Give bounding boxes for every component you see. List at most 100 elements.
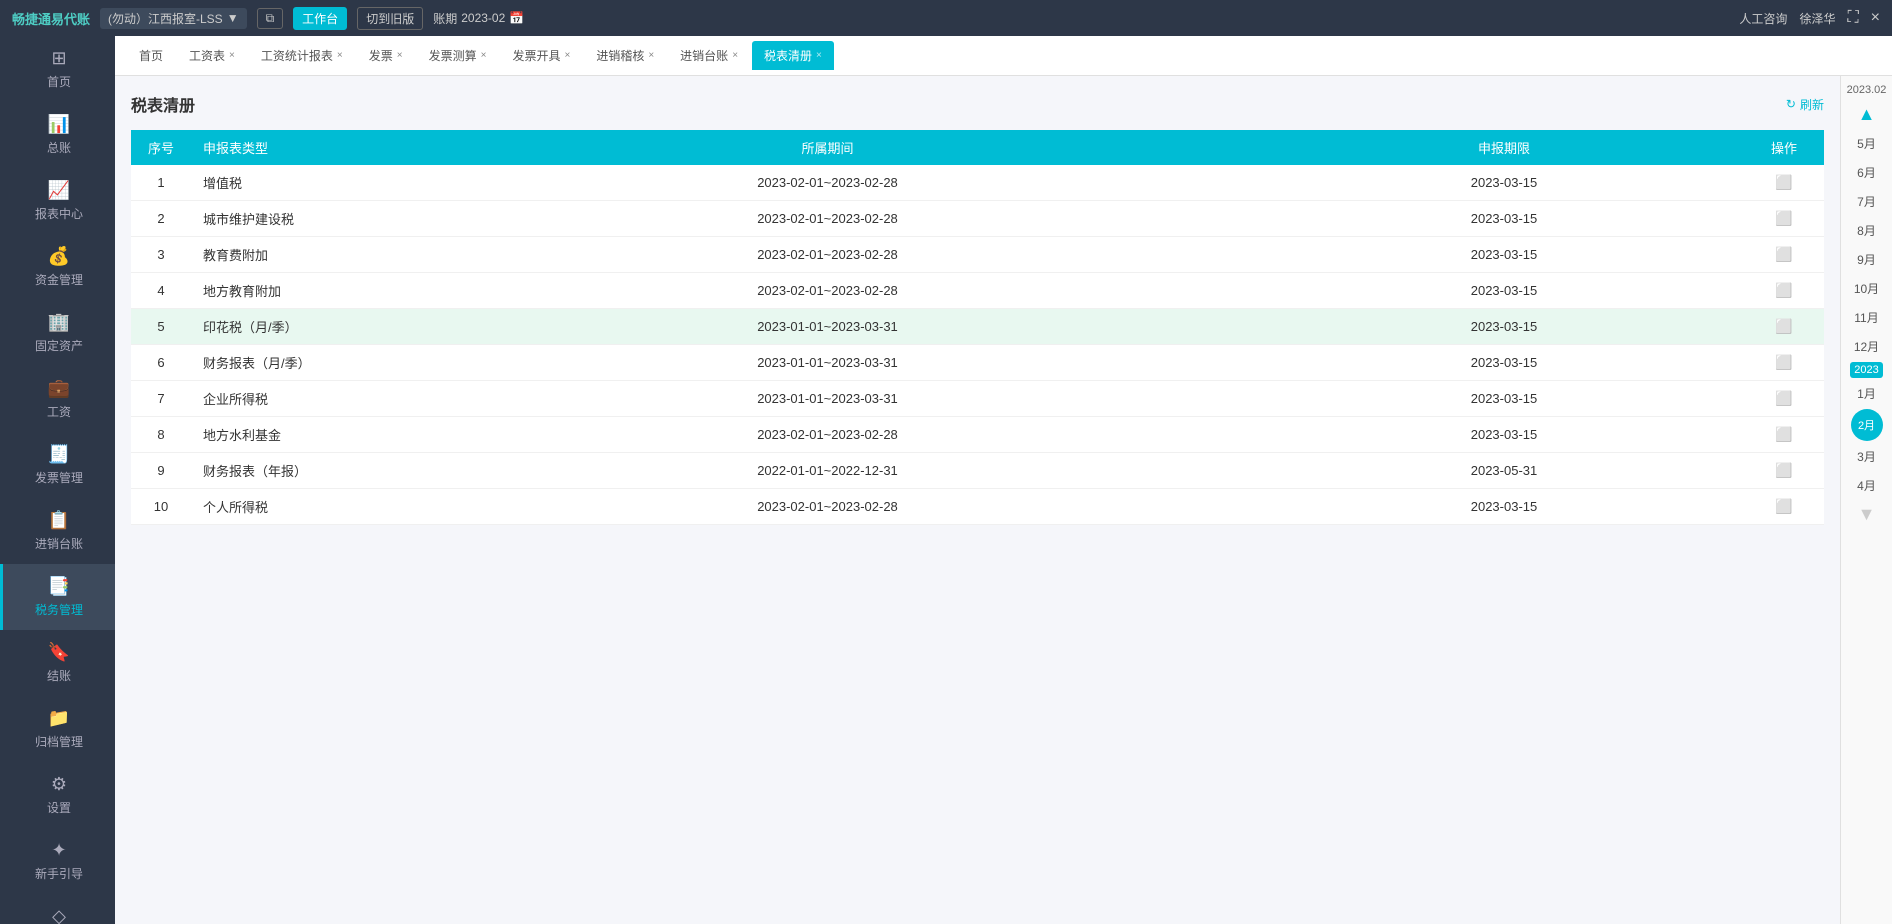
month-12[interactable]: 12月 <box>1847 333 1887 360</box>
cell-index: 10 <box>131 489 191 525</box>
month-9[interactable]: 9月 <box>1847 246 1887 273</box>
action-icon[interactable]: ⬜ <box>1775 174 1792 190</box>
sidebar-label-purchase-sales: 进销台账 <box>35 535 83 552</box>
tab-invoice-calc[interactable]: 发票测算 × <box>417 41 499 70</box>
sidebar-label-archive: 归档管理 <box>35 733 83 750</box>
month-1[interactable]: 1月 <box>1847 380 1887 407</box>
tab-home[interactable]: 首页 <box>127 41 175 70</box>
col-header-deadline: 申报期限 <box>1264 130 1744 165</box>
month-2-active[interactable]: 2月 <box>1851 409 1883 441</box>
workspace-button[interactable]: 工作台 <box>293 7 347 30</box>
cell-action: ⬜ <box>1744 417 1824 453</box>
cell-type: 财务报表（月/季） <box>191 345 391 381</box>
refresh-button[interactable]: ↻ 刷新 <box>1786 96 1824 113</box>
prev-year-button[interactable]: ▲ <box>1854 100 1880 129</box>
sidebar-item-purchase-sales[interactable]: 📋 进销台账 <box>0 498 115 564</box>
next-year-button[interactable]: ▼ <box>1854 500 1880 529</box>
cell-action: ⬜ <box>1744 237 1824 273</box>
sidebar-item-tax[interactable]: 📑 税务管理 <box>0 564 115 630</box>
topbar-right: 人工咨询 徐泽华 ⛶ × <box>1739 9 1880 27</box>
action-icon[interactable]: ⬜ <box>1775 318 1792 334</box>
tab-close-invoice-open[interactable]: × <box>564 50 570 61</box>
tab-close-invoice[interactable]: × <box>397 50 403 61</box>
cell-type: 地方水利基金 <box>191 417 391 453</box>
sidebar-item-fixed-asset[interactable]: 🏢 固定资产 <box>0 300 115 366</box>
cell-period: 2023-01-01~2023-03-31 <box>391 345 1264 381</box>
tab-close-payroll-report[interactable]: × <box>337 50 343 61</box>
settlement-icon: 🔖 <box>48 642 70 663</box>
action-icon[interactable]: ⬜ <box>1775 390 1792 406</box>
maximize-icon[interactable]: ⛶ <box>1847 9 1858 27</box>
year-2023-badge: 2023 <box>1850 362 1882 378</box>
home-icon: ⊞ <box>51 48 66 69</box>
action-icon[interactable]: ⬜ <box>1775 210 1792 226</box>
sidebar-label-settings: 设置 <box>47 799 71 816</box>
member-icon: ◇ <box>52 906 66 924</box>
month-5[interactable]: 5月 <box>1847 130 1887 157</box>
tab-close-invoice-calc[interactable]: × <box>481 50 487 61</box>
sidebar-item-guide[interactable]: ✦ 新手引导 <box>0 828 115 894</box>
sidebar-item-home[interactable]: ⊞ 首页 <box>0 36 115 102</box>
sidebar-item-invoice[interactable]: 🧾 发票管理 <box>0 432 115 498</box>
month-8[interactable]: 8月 <box>1847 217 1887 244</box>
cell-deadline: 2023-03-15 <box>1264 237 1744 273</box>
sidebar-label-fixed-asset: 固定资产 <box>35 337 83 354</box>
sidebar-item-fund[interactable]: 💰 资金管理 <box>0 234 115 300</box>
copy-button[interactable]: ⧉ <box>257 8 284 29</box>
month-10[interactable]: 10月 <box>1847 275 1887 302</box>
tab-tax-register[interactable]: 税表清册 × <box>752 41 834 70</box>
cell-type: 增值税 <box>191 165 391 201</box>
cell-period: 2023-02-01~2023-02-28 <box>391 489 1264 525</box>
switch-button[interactable]: 切到旧版 <box>357 7 423 30</box>
cell-period: 2023-02-01~2023-02-28 <box>391 417 1264 453</box>
cell-deadline: 2023-03-15 <box>1264 165 1744 201</box>
sidebar-item-report[interactable]: 📈 报表中心 <box>0 168 115 234</box>
tab-payroll-report[interactable]: 工资统计报表 × <box>249 41 355 70</box>
sidebar-item-payroll[interactable]: 💼 工资 <box>0 366 115 432</box>
tab-invoice-account[interactable]: 进销台账 × <box>668 41 750 70</box>
action-icon[interactable]: ⬜ <box>1775 462 1792 478</box>
month-4[interactable]: 4月 <box>1847 472 1887 499</box>
calendar-icon[interactable]: 📅 <box>509 11 524 25</box>
tab-close-payroll[interactable]: × <box>229 50 235 61</box>
company-name: (勿动）江西报室-LSS <box>108 10 223 27</box>
tab-close-tax-register[interactable]: × <box>816 50 822 61</box>
cell-action: ⬜ <box>1744 453 1824 489</box>
sidebar-item-settings[interactable]: ⚙ 设置 <box>0 762 115 828</box>
action-icon[interactable]: ⬜ <box>1775 246 1792 262</box>
user-name: 徐泽华 <box>1799 10 1835 27</box>
action-icon[interactable]: ⬜ <box>1775 282 1792 298</box>
tab-close-invoice-check[interactable]: × <box>648 50 654 61</box>
tab-payroll[interactable]: 工资表 × <box>177 41 247 70</box>
tab-invoice-check[interactable]: 进销稽核 × <box>584 41 666 70</box>
month-3[interactable]: 3月 <box>1847 443 1887 470</box>
sidebar-item-settlement[interactable]: 🔖 结账 <box>0 630 115 696</box>
tab-bar: 首页 工资表 × 工资统计报表 × 发票 × 发票测算 × 发票开具 × <box>115 36 1892 76</box>
action-icon[interactable]: ⬜ <box>1775 426 1792 442</box>
sidebar-item-member[interactable]: ◇ 畅会员 <box>0 894 115 924</box>
tab-invoice-open[interactable]: 发票开具 × <box>500 41 582 70</box>
refresh-icon: ↻ <box>1786 97 1796 111</box>
cell-index: 1 <box>131 165 191 201</box>
company-dropdown-icon: ▼ <box>227 11 239 25</box>
sidebar-item-archive[interactable]: 📁 归档管理 <box>0 696 115 762</box>
cell-period: 2023-02-01~2023-02-28 <box>391 165 1264 201</box>
right-panel: 2023.02 ▲ 5月 6月 7月 8月 9月 10月 11月 12月 202… <box>1840 76 1892 924</box>
cell-period: 2022-01-01~2022-12-31 <box>391 453 1264 489</box>
tab-close-invoice-account[interactable]: × <box>732 50 738 61</box>
cell-period: 2023-01-01~2023-03-31 <box>391 381 1264 417</box>
cell-deadline: 2023-03-15 <box>1264 273 1744 309</box>
invoice-icon: 🧾 <box>48 444 70 465</box>
action-icon[interactable]: ⬜ <box>1775 354 1792 370</box>
payroll-icon: 💼 <box>48 378 70 399</box>
tax-icon: 📑 <box>48 576 70 597</box>
month-6[interactable]: 6月 <box>1847 159 1887 186</box>
company-selector[interactable]: (勿动）江西报室-LSS ▼ <box>100 8 247 29</box>
action-icon[interactable]: ⬜ <box>1775 498 1792 514</box>
close-window-icon[interactable]: × <box>1871 9 1880 27</box>
tab-invoice[interactable]: 发票 × <box>357 41 415 70</box>
human-service[interactable]: 人工咨询 <box>1739 10 1787 27</box>
month-11[interactable]: 11月 <box>1847 304 1887 331</box>
month-7[interactable]: 7月 <box>1847 188 1887 215</box>
sidebar-item-ledger[interactable]: 📊 总账 <box>0 102 115 168</box>
